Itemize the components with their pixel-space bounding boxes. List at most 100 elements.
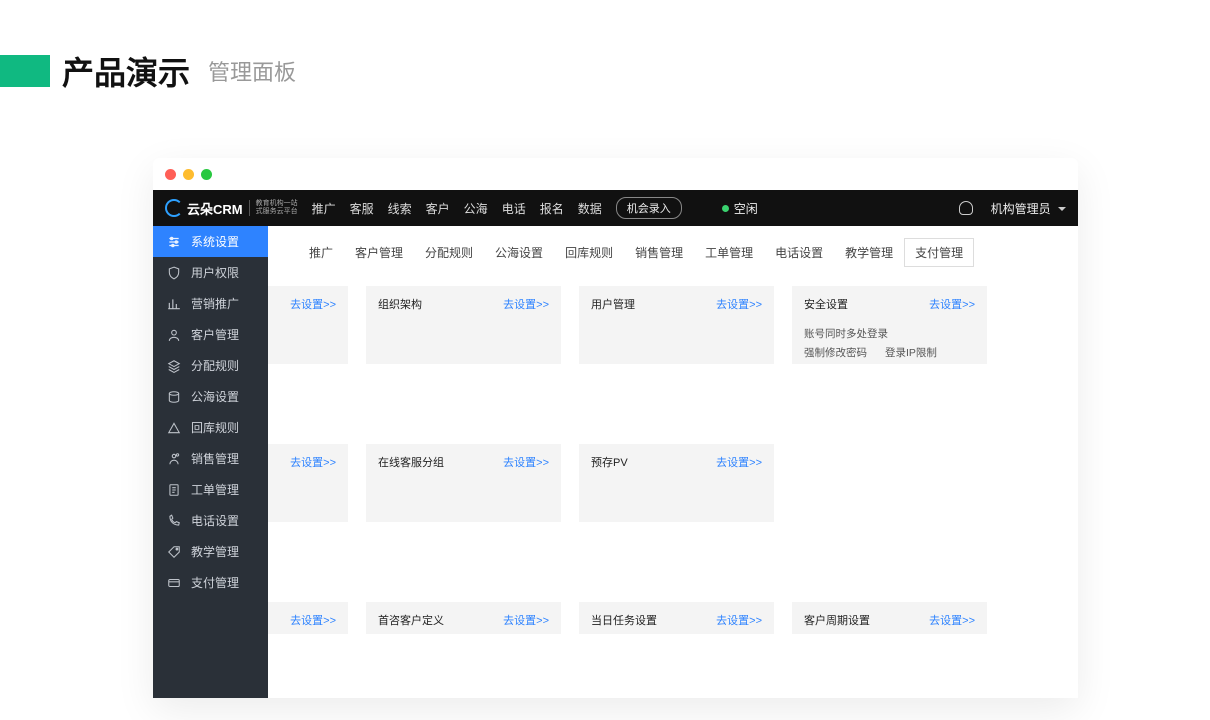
go-settings-link[interactable]: 去设置>> <box>929 296 975 312</box>
bell-icon[interactable] <box>959 201 973 215</box>
go-settings-link[interactable]: 去设置>> <box>716 454 762 470</box>
sidebar-item-allocation-rules[interactable]: 分配规则 <box>153 350 268 381</box>
minimize-traffic-icon[interactable] <box>183 169 194 180</box>
sidebar-item-customer-management[interactable]: 客户管理 <box>153 319 268 350</box>
sidebar-item-system-settings[interactable]: 系统设置 <box>153 226 268 257</box>
card-title: 预存PV <box>591 457 628 469</box>
go-settings-link[interactable]: 去设置>> <box>929 612 975 628</box>
tab-item[interactable]: 回库规则 <box>554 238 624 267</box>
content-area: 推广 客户管理 分配规则 公海设置 回库规则 销售管理 工单管理 电话设置 教学… <box>268 226 1078 698</box>
settings-card: 去设置>> <box>268 602 348 634</box>
sidebar-item-payment-management[interactable]: 支付管理 <box>153 567 268 598</box>
sidebar-item-label: 公海设置 <box>191 388 239 405</box>
top-nav: 推广 客服 线索 客户 公海 电话 报名 数据 <box>312 200 602 217</box>
close-traffic-icon[interactable] <box>165 169 176 180</box>
tab-item[interactable]: 支付管理 <box>904 238 974 267</box>
topnav-item[interactable]: 线索 <box>388 200 412 217</box>
settings-card-user-management: 用户管理 去设置>> <box>579 286 774 364</box>
user-role-label: 机构管理员 <box>991 202 1051 216</box>
sidebar-item-marketing[interactable]: 营销推广 <box>153 288 268 319</box>
tab-item[interactable]: 分配规则 <box>414 238 484 267</box>
logo-text: 云朵CRM <box>187 199 243 218</box>
shield-icon <box>167 266 181 280</box>
settings-card-security: 安全设置 去设置>> 账号同时多处登录 强制修改密码 登录IP限制 <box>792 286 987 364</box>
user-role-menu[interactable]: 机构管理员 <box>991 200 1066 217</box>
topnav-item[interactable]: 公海 <box>464 200 488 217</box>
sidebar-item-label: 营销推广 <box>191 295 239 312</box>
card-sub-item: 登录IP限制 <box>885 345 937 360</box>
credit-card-icon <box>167 576 181 590</box>
accent-block <box>0 55 50 87</box>
cards-area: 去设置>> 组织架构 去设置>> 用户管理 去设置>> 安全设置 去设置>> <box>268 286 1078 698</box>
chevron-down-icon <box>1058 207 1066 211</box>
topnav-item[interactable]: 数据 <box>578 200 602 217</box>
tab-item[interactable]: 销售管理 <box>624 238 694 267</box>
go-settings-link[interactable]: 去设置>> <box>290 454 336 470</box>
settings-card-customer-service-group: 在线客服分组 去设置>> <box>366 444 561 522</box>
card-title: 当日任务设置 <box>591 615 657 627</box>
topnav-item[interactable]: 电话 <box>502 200 526 217</box>
settings-card-org-structure: 组织架构 去设置>> <box>366 286 561 364</box>
app-window: 云朵CRM 教育机构一站 式服务云平台 推广 客服 线索 客户 公海 电话 报名… <box>153 158 1078 698</box>
go-settings-link[interactable]: 去设置>> <box>716 296 762 312</box>
settings-card-empty <box>792 444 987 522</box>
sidebar-item-label: 系统设置 <box>191 233 239 250</box>
layers-icon <box>167 359 181 373</box>
go-settings-link[interactable]: 去设置>> <box>503 296 549 312</box>
card-title: 用户管理 <box>591 299 635 311</box>
triangle-icon <box>167 421 181 435</box>
tab-item[interactable]: 推广 <box>298 238 344 267</box>
card-title: 安全设置 <box>804 299 848 311</box>
top-bar: 云朵CRM 教育机构一站 式服务云平台 推广 客服 线索 客户 公海 电话 报名… <box>153 190 1078 226</box>
database-icon <box>167 390 181 404</box>
sidebar-item-label: 教学管理 <box>191 543 239 560</box>
card-title: 在线客服分组 <box>378 457 444 469</box>
document-icon <box>167 483 181 497</box>
settings-card-first-consult-def: 首咨客户定义 去设置>> <box>366 602 561 634</box>
sidebar-item-teaching-management[interactable]: 教学管理 <box>153 536 268 567</box>
settings-card-daily-task: 当日任务设置 去设置>> <box>579 602 774 634</box>
card-title: 首咨客户定义 <box>378 615 444 627</box>
sidebar-item-sales-management[interactable]: 销售管理 <box>153 443 268 474</box>
topnav-item[interactable]: 报名 <box>540 200 564 217</box>
tab-item[interactable]: 教学管理 <box>834 238 904 267</box>
sidebar-item-label: 支付管理 <box>191 574 239 591</box>
topnav-item[interactable]: 客户 <box>426 200 450 217</box>
sidebar-item-ticket-management[interactable]: 工单管理 <box>153 474 268 505</box>
sidebar-item-label: 回库规则 <box>191 419 239 436</box>
maximize-traffic-icon[interactable] <box>201 169 212 180</box>
sidebar-item-label: 电话设置 <box>191 512 239 529</box>
sidebar-item-user-permissions[interactable]: 用户权限 <box>153 257 268 288</box>
sidebar: 系统设置 用户权限 营销推广 客户管理 分配规则 公海设置 <box>153 226 268 698</box>
tag-icon <box>167 545 181 559</box>
card-title: 组织架构 <box>378 299 422 311</box>
record-button[interactable]: 机会录入 <box>616 197 682 219</box>
card-title: 客户周期设置 <box>804 615 870 627</box>
go-settings-link[interactable]: 去设置>> <box>716 612 762 628</box>
tab-item[interactable]: 客户管理 <box>344 238 414 267</box>
go-settings-link[interactable]: 去设置>> <box>503 612 549 628</box>
sidebar-item-label: 用户权限 <box>191 264 239 281</box>
sidebar-item-phone-settings[interactable]: 电话设置 <box>153 505 268 536</box>
settings-card-pv-deposit: 预存PV 去设置>> <box>579 444 774 522</box>
sliders-icon <box>167 235 181 249</box>
status-dot-icon <box>722 205 729 212</box>
sidebar-item-label: 分配规则 <box>191 357 239 374</box>
user-icon <box>167 328 181 342</box>
tab-item[interactable]: 公海设置 <box>484 238 554 267</box>
go-settings-link[interactable]: 去设置>> <box>503 454 549 470</box>
tab-item[interactable]: 电话设置 <box>764 238 834 267</box>
sidebar-item-return-rules[interactable]: 回库规则 <box>153 412 268 443</box>
page-heading: 产品演示 管理面板 <box>0 48 296 94</box>
topnav-item[interactable]: 推广 <box>312 200 336 217</box>
go-settings-link[interactable]: 去设置>> <box>290 612 336 628</box>
topnav-item[interactable]: 客服 <box>350 200 374 217</box>
status-indicator[interactable]: 空闲 <box>722 200 758 217</box>
tab-item[interactable]: 工单管理 <box>694 238 764 267</box>
sidebar-item-public-pool[interactable]: 公海设置 <box>153 381 268 412</box>
sidebar-item-label: 客户管理 <box>191 326 239 343</box>
card-sub-item: 强制修改密码 <box>804 345 867 360</box>
window-titlebar <box>153 158 1078 190</box>
go-settings-link[interactable]: 去设置>> <box>290 296 336 312</box>
logo-tagline: 教育机构一站 式服务云平台 <box>249 200 298 216</box>
